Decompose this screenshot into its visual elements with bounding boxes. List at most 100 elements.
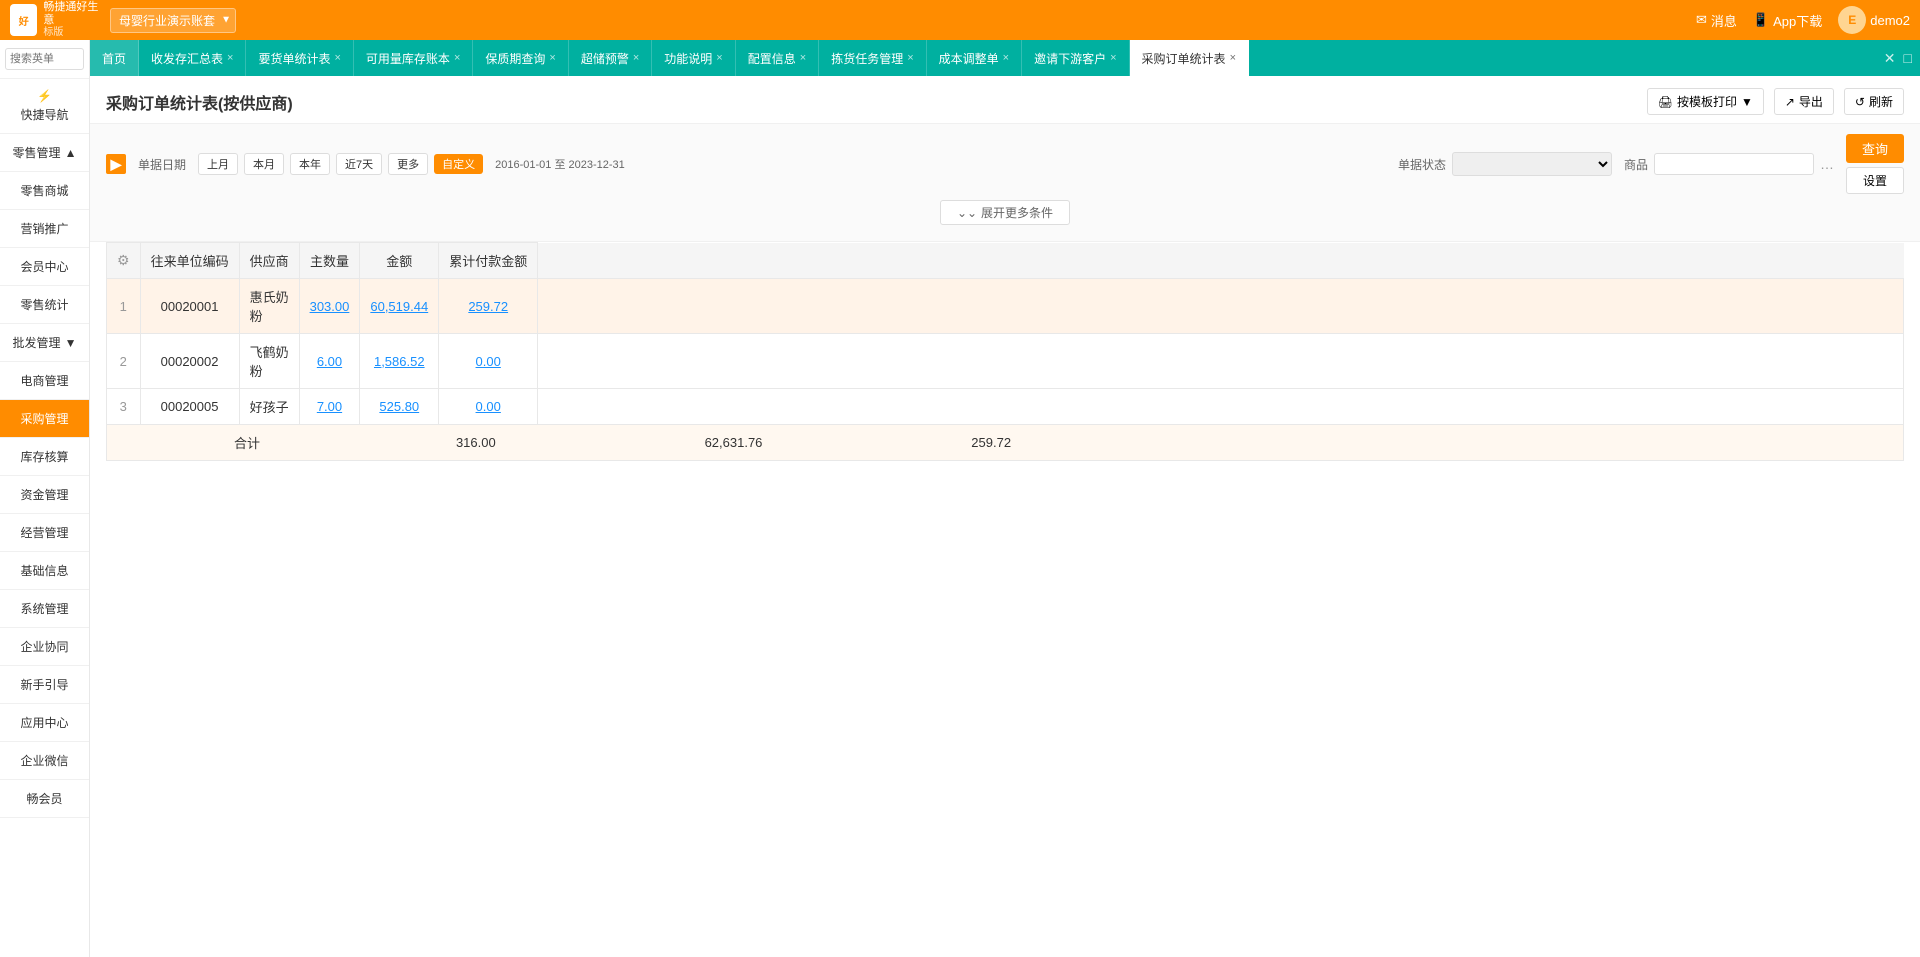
sidebar-item-retail[interactable]: 零售管理 ▲ <box>0 134 89 172</box>
row-qty[interactable]: 6.00 <box>299 334 360 389</box>
row-paid[interactable]: 0.00 <box>439 389 538 425</box>
expand-icon: ⌄⌄ <box>957 206 977 220</box>
tab-function[interactable]: 功能说明 × <box>652 40 735 76</box>
table-row: 3 00020005 好孩子 7.00 525.80 0.00 <box>107 389 1904 425</box>
sidebar-item-newguide[interactable]: 新手引导 <box>0 666 89 704</box>
sidebar-item-search[interactable] <box>0 40 89 79</box>
export-button[interactable]: ↗ 导出 <box>1774 88 1834 115</box>
table-row: 2 00020002 飞鹤奶粉 6.00 1,586.52 0.00 <box>107 334 1904 389</box>
workspace-selector[interactable]: 母婴行业演示账套 ▼ <box>100 8 1696 33</box>
app-download-button[interactable]: 📱 App下载 <box>1753 11 1822 30</box>
message-button[interactable]: ✉ 消息 <box>1696 11 1737 30</box>
goods-more-icon[interactable]: … <box>1820 156 1834 172</box>
tab-close-pick-task[interactable]: × <box>907 52 913 64</box>
tab-close-overstock[interactable]: × <box>633 52 639 64</box>
row-paid[interactable]: 259.72 <box>439 279 538 334</box>
sidebar-item-wechat[interactable]: 企业微信 <box>0 742 89 780</box>
refresh-icon: ↺ <box>1855 95 1865 109</box>
column-settings-icon[interactable]: ⚙ <box>117 252 130 268</box>
sidebar-item-appcenter[interactable]: 应用中心 <box>0 704 89 742</box>
tab-invite-down[interactable]: 邀请下游客户 × <box>1022 40 1129 76</box>
sidebar-item-basic[interactable]: 基础信息 <box>0 552 89 590</box>
tab-overstock[interactable]: 超储预警 × <box>569 40 652 76</box>
sidebar-item-finance[interactable]: 资金管理 <box>0 476 89 514</box>
page-header: 采购订单统计表(按供应商) 🖨 按模板打印 ▼ ↗ 导出 ↺ 刷新 <box>90 76 1920 124</box>
sidebar-item-member[interactable]: 会员中心 <box>0 248 89 286</box>
page-title: 采购订单统计表(按供应商) <box>106 90 293 114</box>
refresh-button[interactable]: ↺ 刷新 <box>1844 88 1904 115</box>
status-select[interactable] <box>1452 152 1612 176</box>
sidebar-item-ecommerce[interactable]: 电商管理 <box>0 362 89 400</box>
tab-close-goods-stat[interactable]: × <box>334 52 340 64</box>
quick-nav-icon: ⚡ <box>37 89 52 103</box>
tab-close-purchase-stat[interactable]: × <box>1230 52 1236 64</box>
date-btn-this-month[interactable]: 本月 <box>244 153 284 175</box>
sidebar-item-operation[interactable]: 经营管理 <box>0 514 89 552</box>
tab-close-inventory-book[interactable]: × <box>454 52 460 64</box>
sidebar-item-inventory[interactable]: 库存核算 <box>0 438 89 476</box>
tab-receive[interactable]: 收发存汇总表 × <box>139 40 246 76</box>
sidebar-item-purchase[interactable]: 采购管理 <box>0 400 89 438</box>
message-icon: ✉ <box>1696 12 1707 28</box>
sidebar-item-quick-nav[interactable]: ⚡ 快捷导航 <box>0 79 89 134</box>
date-btn-this-year[interactable]: 本年 <box>290 153 330 175</box>
user-profile[interactable]: E demo2 <box>1838 6 1910 34</box>
date-btn-more[interactable]: 更多 <box>388 153 428 175</box>
tab-close-config[interactable]: × <box>800 52 806 64</box>
expand-conditions-button[interactable]: ⌄⌄ 展开更多条件 <box>940 200 1070 225</box>
tab-home[interactable]: 首页 <box>90 40 139 76</box>
tab-close-function[interactable]: × <box>716 52 722 64</box>
workspace-dropdown[interactable]: 母婴行业演示账套 ▼ <box>110 8 236 33</box>
logo-area: 好 畅捷通好生意 标版 <box>10 1 100 39</box>
sidebar-item-system[interactable]: 系统管理 <box>0 590 89 628</box>
col-extra <box>538 243 1904 279</box>
row-num: 3 <box>107 389 141 425</box>
maximize-button[interactable]: □ <box>1904 50 1912 66</box>
row-paid[interactable]: 0.00 <box>439 334 538 389</box>
sidebar: ⚡ 快捷导航 零售管理 ▲ 零售商城 营销推广 会员中心 零售统计 批发管理 ▼… <box>0 40 90 957</box>
filter-bar: ▶ 单据日期 上月 本月 本年 近7天 更多 自定义 2016-01-01 至 … <box>90 124 1920 242</box>
row-amount[interactable]: 525.80 <box>360 389 439 425</box>
date-btn-7days[interactable]: 近7天 <box>336 153 382 175</box>
date-filters: 上月 本月 本年 近7天 更多 自定义 <box>198 153 483 175</box>
tab-close-expiry[interactable]: × <box>549 52 555 64</box>
date-range-display: 2016-01-01 至 2023-12-31 <box>495 156 625 172</box>
template-print-button[interactable]: 🖨 按模板打印 ▼ <box>1647 88 1764 115</box>
sidebar-item-vip[interactable]: 畅会员 <box>0 780 89 818</box>
sidebar-item-retail-stat[interactable]: 零售统计 <box>0 286 89 324</box>
row-supplier: 飞鹤奶粉 <box>239 334 299 389</box>
filter-toggle[interactable]: ▶ <box>106 154 126 174</box>
top-right-area: ✉ 消息 📱 App下载 E demo2 <box>1696 6 1910 34</box>
tab-cost-adjust[interactable]: 成本调整单 × <box>927 40 1022 76</box>
footer-amount: 62,631.76 <box>605 435 863 450</box>
col-settings: ⚙ <box>107 243 141 279</box>
search-input[interactable] <box>5 48 84 70</box>
sidebar-item-wholesale[interactable]: 批发管理 ▼ <box>0 324 89 362</box>
row-amount[interactable]: 1,586.52 <box>360 334 439 389</box>
sidebar-item-collab[interactable]: 企业协同 <box>0 628 89 666</box>
close-tab-button[interactable]: ✕ <box>1884 50 1896 67</box>
sidebar-item-marketing[interactable]: 营销推广 <box>0 210 89 248</box>
phone-icon: 📱 <box>1753 12 1769 28</box>
tab-config[interactable]: 配置信息 × <box>736 40 819 76</box>
tab-close-receive[interactable]: × <box>227 52 233 64</box>
tab-close-cost-adjust[interactable]: × <box>1003 52 1009 64</box>
row-qty[interactable]: 7.00 <box>299 389 360 425</box>
main-layout: ⚡ 快捷导航 零售管理 ▲ 零售商城 营销推广 会员中心 零售统计 批发管理 ▼… <box>0 40 1920 957</box>
tab-goods-stat[interactable]: 要货单统计表 × <box>246 40 353 76</box>
tab-inventory-book[interactable]: 可用量库存账本 × <box>354 40 473 76</box>
chevron-icon: ▼ <box>65 336 77 350</box>
query-button[interactable]: 查询 <box>1846 134 1904 163</box>
tab-close-invite-down[interactable]: × <box>1110 52 1116 64</box>
row-amount[interactable]: 60,519.44 <box>360 279 439 334</box>
tab-pick-task[interactable]: 拣货任务管理 × <box>819 40 926 76</box>
tab-purchase-stat[interactable]: 采购订单统计表 × <box>1130 40 1249 76</box>
date-btn-last-month[interactable]: 上月 <box>198 153 238 175</box>
col-paid: 累计付款金额 <box>439 243 538 279</box>
tab-expiry[interactable]: 保质期查询 × <box>473 40 568 76</box>
settings-button[interactable]: 设置 <box>1846 167 1904 194</box>
row-supplier: 好孩子 <box>239 389 299 425</box>
sidebar-item-retail-mall[interactable]: 零售商城 <box>0 172 89 210</box>
row-qty[interactable]: 303.00 <box>299 279 360 334</box>
goods-input[interactable] <box>1654 153 1814 175</box>
